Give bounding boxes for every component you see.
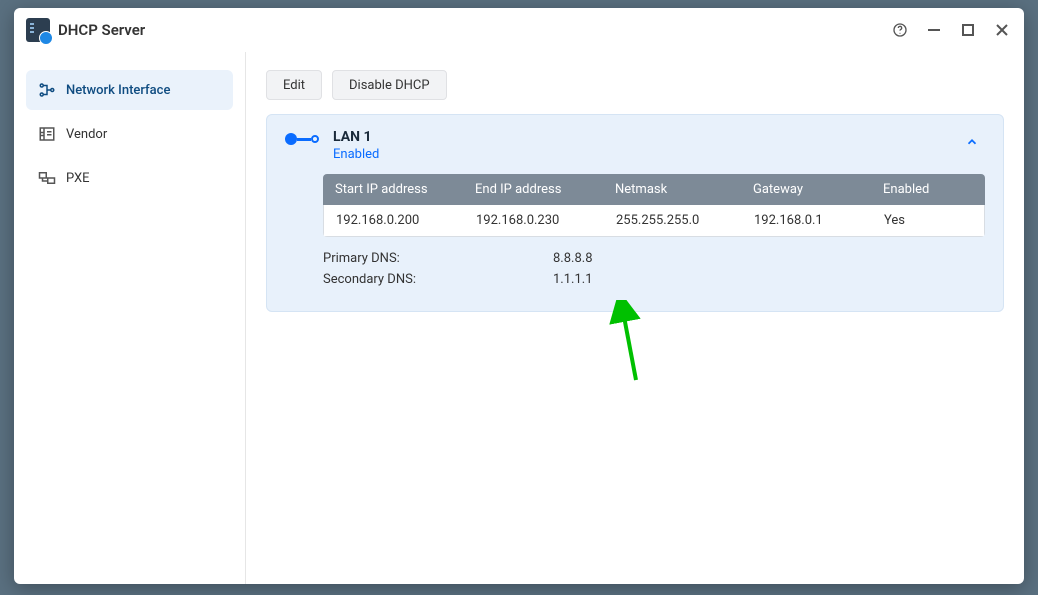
primary-dns-label: Primary DNS: [323, 251, 553, 266]
secondary-dns-row: Secondary DNS: 1.1.1.1 [323, 272, 985, 287]
help-button[interactable] [890, 20, 910, 40]
vendor-icon [38, 125, 56, 143]
col-gateway: Gateway [741, 174, 871, 205]
interface-status[interactable]: Enabled [333, 147, 379, 162]
col-end: End IP address [463, 174, 603, 205]
sidebar-item-network-interface[interactable]: Network Interface [26, 70, 233, 110]
titlebar: DHCP Server [14, 8, 1024, 52]
cell-gateway: 192.168.0.1 [742, 205, 872, 236]
cell-enabled: Yes [872, 205, 984, 236]
app-icon [26, 18, 50, 42]
maximize-button[interactable] [958, 20, 978, 40]
pxe-icon [38, 169, 56, 187]
col-netmask: Netmask [603, 174, 741, 205]
sidebar-item-vendor[interactable]: Vendor [26, 114, 233, 154]
window-title: DHCP Server [58, 21, 890, 39]
titlebar-controls [890, 20, 1012, 40]
panel-header: LAN 1 Enabled [285, 129, 985, 162]
edit-button[interactable]: Edit [266, 70, 322, 100]
table-row[interactable]: 192.168.0.200 192.168.0.230 255.255.255.… [323, 205, 985, 237]
cell-start: 192.168.0.200 [324, 205, 464, 236]
sidebar-item-label: Network Interface [66, 83, 170, 98]
sidebar-item-label: PXE [66, 171, 90, 186]
cell-end: 192.168.0.230 [464, 205, 604, 236]
secondary-dns-value: 1.1.1.1 [553, 272, 593, 287]
connection-icon [285, 133, 319, 145]
toolbar: Edit Disable DHCP [266, 70, 1004, 100]
minimize-button[interactable] [924, 20, 944, 40]
dhcp-range-table: Start IP address End IP address Netmask … [323, 174, 985, 237]
secondary-dns-label: Secondary DNS: [323, 272, 553, 287]
primary-dns-row: Primary DNS: 8.8.8.8 [323, 251, 985, 266]
main-content: Edit Disable DHCP LAN 1 Enabled [246, 52, 1024, 584]
primary-dns-value: 8.8.8.8 [553, 251, 593, 266]
cell-netmask: 255.255.255.0 [604, 205, 742, 236]
collapse-toggle[interactable] [959, 129, 985, 159]
dns-info: Primary DNS: 8.8.8.8 Secondary DNS: 1.1.… [323, 251, 985, 287]
interface-panel[interactable]: LAN 1 Enabled Start IP address End IP ad… [266, 114, 1004, 312]
table-header: Start IP address End IP address Netmask … [323, 174, 985, 205]
close-button[interactable] [992, 20, 1012, 40]
network-icon [38, 81, 56, 99]
disable-dhcp-button[interactable]: Disable DHCP [332, 70, 447, 100]
sidebar: Network Interface Vendor PXE [14, 52, 246, 584]
sidebar-item-pxe[interactable]: PXE [26, 158, 233, 198]
sidebar-item-label: Vendor [66, 127, 107, 142]
window-body: Network Interface Vendor PXE Edit Disabl… [14, 52, 1024, 584]
col-enabled: Enabled [871, 174, 985, 205]
col-start: Start IP address [323, 174, 463, 205]
interface-name: LAN 1 [333, 129, 959, 145]
app-window: DHCP Server Network Interface [14, 8, 1024, 584]
